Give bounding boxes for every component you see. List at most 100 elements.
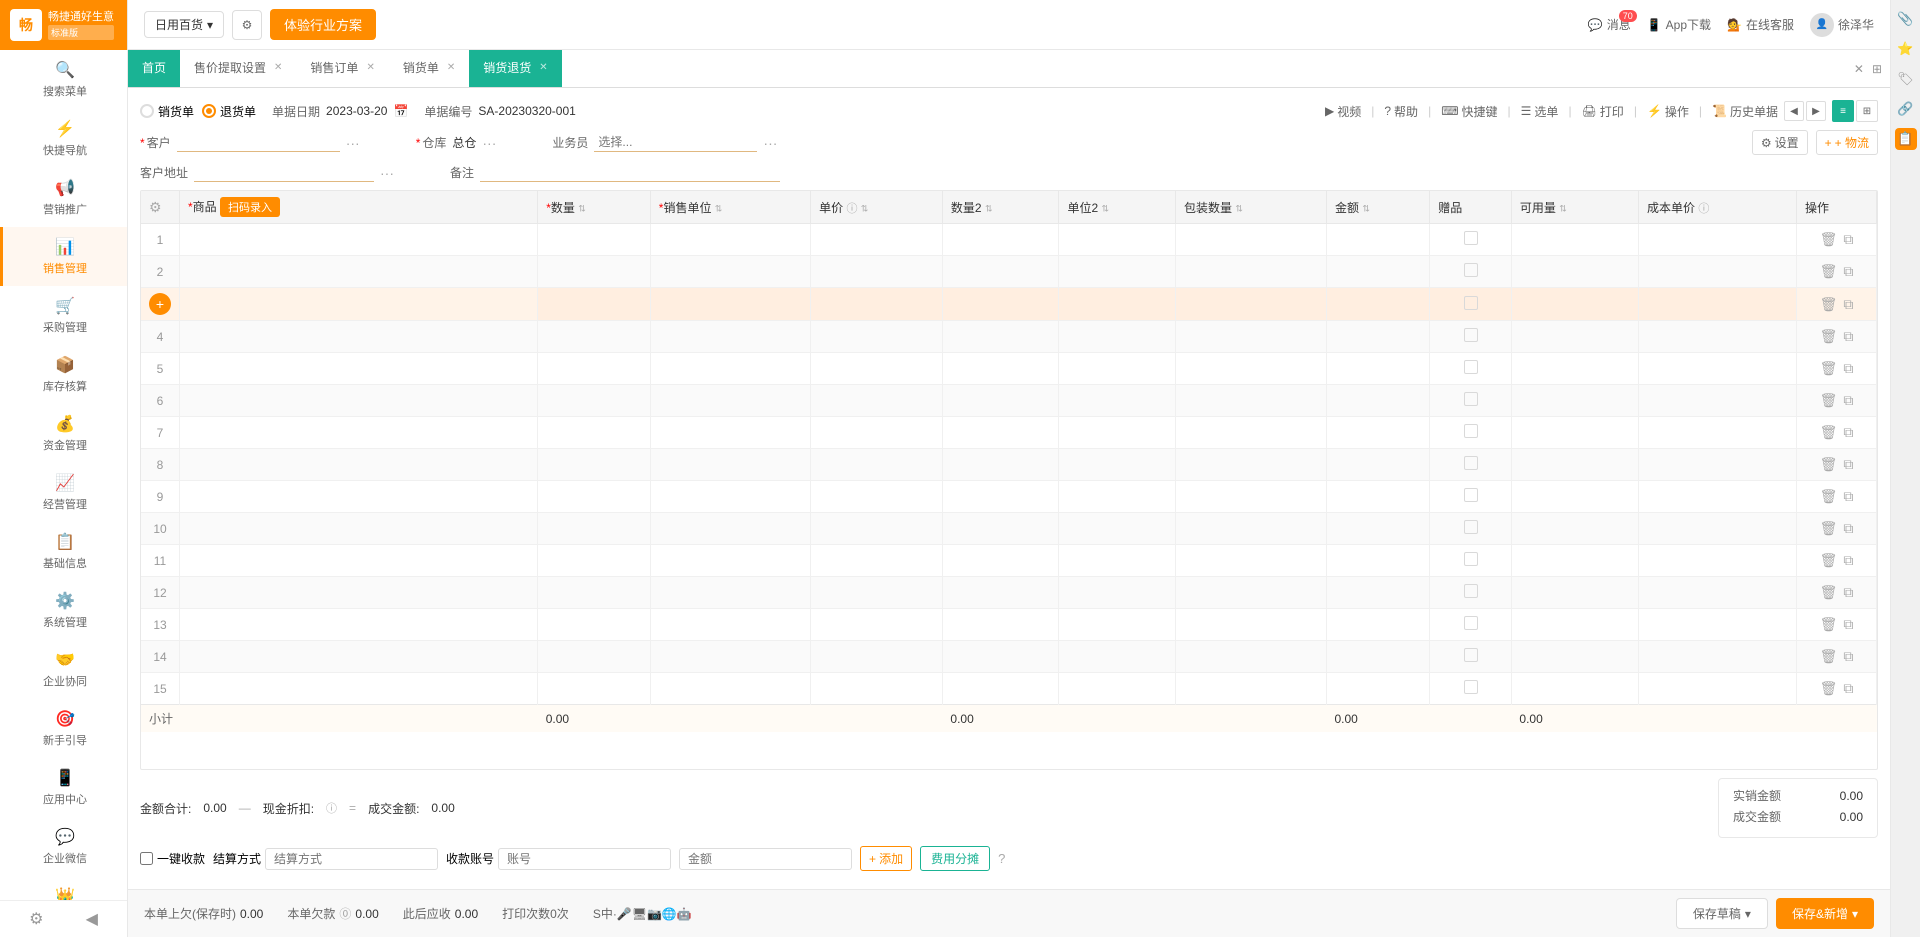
delete-btn[interactable]: 🗑 <box>1820 263 1838 280</box>
address-dots[interactable]: ··· <box>380 165 394 181</box>
gift-checkbox[interactable] <box>1464 231 1478 245</box>
row-unit[interactable] <box>650 224 810 256</box>
gift-checkbox[interactable] <box>1464 392 1478 406</box>
delete-btn[interactable]: 🗑 <box>1820 584 1838 601</box>
row-packqty[interactable] <box>1175 224 1326 256</box>
sort-qty2[interactable]: ⇅ <box>985 203 993 213</box>
header-settings-btn[interactable]: ⚙ <box>232 10 262 40</box>
print-btn[interactable]: 🖨 打印 <box>1582 103 1624 120</box>
tab-sales-order[interactable]: 销售订单 ✕ <box>296 50 388 87</box>
gear-icon[interactable]: ⚙ <box>149 199 162 215</box>
sidebar-item-enterprise[interactable]: 🤝 企业协同 <box>0 640 127 699</box>
delete-btn[interactable]: 🗑 <box>1820 616 1838 633</box>
save-draft-btn[interactable]: 保存草稿 ▾ <box>1676 898 1768 929</box>
add-payment-btn[interactable]: + 添加 <box>860 846 912 871</box>
sort-unit[interactable]: ⇅ <box>715 203 723 213</box>
row-packqty[interactable] <box>1175 256 1326 288</box>
delete-btn[interactable]: 🗑 <box>1820 296 1838 313</box>
sort-qty[interactable]: ⇅ <box>578 203 586 213</box>
sidebar-item-guide[interactable]: 🎯 新手引导 <box>0 699 127 758</box>
copy-btn[interactable]: ⧉ <box>1843 584 1853 601</box>
copy-btn[interactable]: ⧉ <box>1843 328 1853 345</box>
right-panel-star-icon[interactable]: ⭐ <box>1895 38 1917 60</box>
delete-btn[interactable]: 🗑 <box>1820 680 1838 697</box>
gift-checkbox[interactable] <box>1464 263 1478 277</box>
trial-btn[interactable]: 体验行业方案 <box>270 9 376 40</box>
method-select[interactable] <box>265 848 438 870</box>
history-btn[interactable]: 📜 历史单据 <box>1712 103 1778 120</box>
row-packqty[interactable] <box>1175 288 1326 321</box>
sidebar-item-basic[interactable]: 📋 基础信息 <box>0 522 127 581</box>
delete-btn[interactable]: 🗑 <box>1820 392 1838 409</box>
row-unit2[interactable] <box>1059 256 1176 288</box>
calendar-icon[interactable]: 📅 <box>393 104 408 118</box>
customer-input[interactable] <box>177 133 340 152</box>
copy-btn[interactable]: ⧉ <box>1843 680 1853 697</box>
row-qty[interactable] <box>538 224 651 256</box>
tab-sales-return[interactable]: 销货退货 ✕ <box>469 50 561 87</box>
gift-checkbox[interactable] <box>1464 552 1478 566</box>
help-btn[interactable]: ? 帮助 <box>1384 103 1418 120</box>
app-download-btn[interactable]: 📱 App下载 <box>1647 16 1711 33</box>
close-tab-icon[interactable]: ✕ <box>1854 62 1864 76</box>
settings-form-btn[interactable]: ⚙ 设置 <box>1752 130 1808 155</box>
sidebar-item-wechat[interactable]: 💬 企业微信 <box>0 817 127 876</box>
sidebar-item-apps[interactable]: 📱 应用中心 <box>0 758 127 817</box>
one-click-checkbox[interactable] <box>140 852 153 865</box>
copy-btn[interactable]: ⧉ <box>1843 296 1853 313</box>
sort-unit2[interactable]: ⇅ <box>1101 203 1109 213</box>
user-profile[interactable]: 👤 徐泽华 <box>1810 13 1874 37</box>
row-available[interactable] <box>1511 224 1638 256</box>
prev-btn[interactable]: ◀ <box>1784 101 1804 121</box>
row-unit2[interactable] <box>1059 224 1176 256</box>
sidebar-item-finance[interactable]: 💰 资金管理 <box>0 404 127 463</box>
add-row-btn[interactable]: + <box>149 293 171 315</box>
gift-checkbox[interactable] <box>1464 680 1478 694</box>
product-input[interactable] <box>188 297 529 311</box>
gift-checkbox[interactable] <box>1464 648 1478 662</box>
right-panel-link-icon[interactable]: 🔗 <box>1895 98 1917 120</box>
list-view-btn[interactable]: ≡ <box>1832 100 1854 122</box>
row-qty2[interactable] <box>942 224 1059 256</box>
row-product[interactable] <box>180 288 538 321</box>
sidebar-item-system[interactable]: ⚙️ 系统管理 <box>0 581 127 640</box>
delete-btn[interactable]: 🗑 <box>1820 520 1838 537</box>
row-amount[interactable] <box>1327 224 1430 256</box>
row-qty2[interactable] <box>942 288 1059 321</box>
copy-btn[interactable]: ⧉ <box>1843 424 1853 441</box>
row-qty2[interactable] <box>942 256 1059 288</box>
row-price[interactable] <box>811 288 943 321</box>
tab-sales-delivery-close[interactable]: ✕ <box>447 62 455 73</box>
sidebar-item-purchase[interactable]: 🛒 采购管理 <box>0 286 127 345</box>
sidebar-item-marketing[interactable]: 📢 营销推广 <box>0 168 127 227</box>
fee-help-icon[interactable]: ? <box>998 851 1005 866</box>
amount-input[interactable] <box>679 848 852 870</box>
copy-btn[interactable]: ⧉ <box>1843 456 1853 473</box>
select-order-btn[interactable]: ☰ 选单 <box>1521 103 1559 120</box>
gift-checkbox[interactable] <box>1464 488 1478 502</box>
copy-btn[interactable]: ⧉ <box>1843 552 1853 569</box>
warehouse-dots[interactable]: ··· <box>482 135 496 151</box>
row-qty[interactable] <box>538 256 651 288</box>
row-available[interactable] <box>1511 288 1638 321</box>
gift-checkbox[interactable] <box>1464 296 1478 310</box>
row-price[interactable] <box>811 224 943 256</box>
staff-dots[interactable]: ··· <box>763 135 777 151</box>
row-available[interactable] <box>1511 256 1638 288</box>
settings-bottom-icon[interactable]: ⚙ <box>29 909 43 929</box>
row-product[interactable] <box>180 224 538 256</box>
row-price[interactable] <box>811 256 943 288</box>
video-btn[interactable]: ▶ 视频 <box>1325 103 1361 120</box>
scan-btn[interactable]: 扫码录入 <box>220 197 280 217</box>
right-panel-clip-icon[interactable]: 📎 <box>1895 8 1917 30</box>
copy-btn[interactable]: ⧉ <box>1843 488 1853 505</box>
tab-price-close[interactable]: ✕ <box>274 62 282 73</box>
service-btn[interactable]: 💁 在线客服 <box>1727 16 1794 33</box>
collapse-icon[interactable]: ◀ <box>86 909 98 929</box>
copy-btn[interactable]: ⧉ <box>1843 392 1853 409</box>
row-unit2[interactable] <box>1059 288 1176 321</box>
tab-home[interactable]: 首页 <box>128 50 180 87</box>
remark-input[interactable] <box>480 163 780 182</box>
operate-btn[interactable]: ⚡ 操作 <box>1647 103 1689 120</box>
copy-btn[interactable]: ⧉ <box>1843 648 1853 665</box>
